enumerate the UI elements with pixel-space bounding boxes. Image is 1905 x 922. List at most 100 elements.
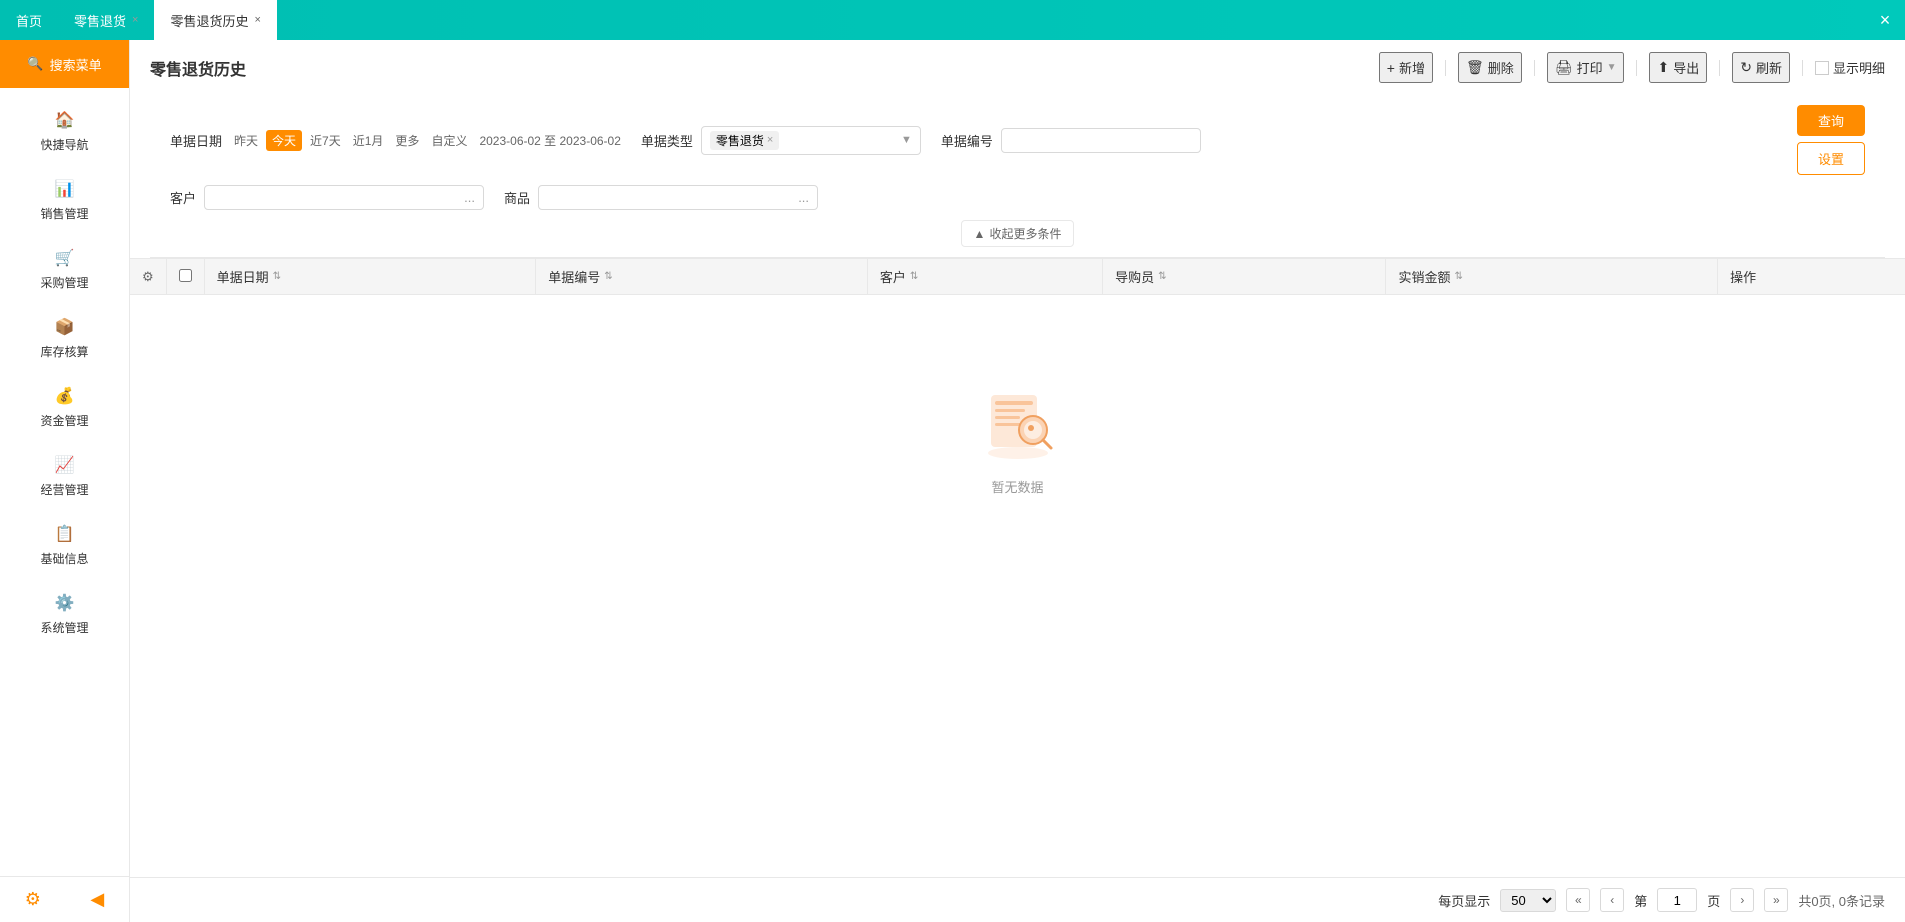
refresh-button[interactable]: ↻ 刷新 — [1732, 52, 1790, 83]
sales-icon: 📊 — [53, 177, 77, 201]
table-container: ⚙ 单据日期 ⇅ 单据编号 — [130, 259, 1905, 877]
goods-dots-icon[interactable]: ... — [798, 190, 809, 205]
customer-filter-input[interactable] — [213, 190, 460, 205]
th-gear[interactable]: ⚙ — [130, 259, 166, 295]
search-icon: 🔍 — [27, 56, 43, 72]
type-filter-select[interactable]: 零售退货 × ▼ — [701, 126, 921, 155]
sidebar-item-operations[interactable]: 📈 经营管理 — [0, 441, 129, 510]
tab-home[interactable]: 首页 — [0, 0, 58, 40]
th-amount: 实销金额 ⇅ — [1386, 259, 1718, 295]
total-records-text: 共0页, 0条记录 — [1798, 891, 1885, 910]
sidebar-search[interactable]: 🔍 搜索菜单 — [0, 40, 129, 88]
select-all-checkbox[interactable] — [179, 269, 192, 282]
empty-row: 暂无数据 — [130, 295, 1905, 577]
print-button[interactable]: 🖨 打印 ▼ — [1547, 52, 1625, 83]
tab-retail-return-history[interactable]: 零售退货历史 × — [154, 0, 276, 40]
sidebar-item-home[interactable]: 🏠 快捷导航 — [0, 96, 129, 165]
page-input[interactable] — [1657, 888, 1697, 912]
sidebar-item-finance[interactable]: 💰 资金管理 — [0, 372, 129, 441]
filter-row-2: 客户 ... 商品 ... — [170, 185, 1865, 210]
add-icon: + — [1387, 60, 1395, 76]
next-page-button[interactable]: › — [1730, 888, 1754, 912]
sidebar-item-sales[interactable]: 📊 销售管理 — [0, 165, 129, 234]
type-tag-close[interactable]: × — [767, 134, 773, 146]
first-page-button[interactable]: « — [1566, 888, 1590, 912]
number-filter-input[interactable] — [1001, 128, 1201, 153]
delete-icon: 🗑 — [1466, 59, 1484, 76]
operations-icon: 📈 — [53, 453, 77, 477]
sidebar-item-purchase[interactable]: 🛒 采购管理 — [0, 234, 129, 303]
home-icon: 🏠 — [53, 108, 77, 132]
goods-filter-input-wrap[interactable]: ... — [538, 185, 818, 210]
page-title-row: 零售退货历史 + 新增 🗑 删除 🖨 打印 ▼ — [150, 52, 1885, 83]
prev-page-button[interactable]: ‹ — [1600, 888, 1624, 912]
set-button[interactable]: 设置 — [1797, 142, 1865, 175]
goods-filter-input[interactable] — [547, 190, 794, 205]
th-number: 单据编号 ⇅ — [536, 259, 868, 295]
gear-icon[interactable]: ⚙ — [142, 269, 154, 284]
data-table: ⚙ 单据日期 ⇅ 单据编号 — [130, 259, 1905, 576]
query-button[interactable]: 查询 — [1797, 105, 1865, 136]
tab-retail-return-history-close[interactable]: × — [254, 14, 260, 26]
date-btn-1month[interactable]: 近1月 — [349, 130, 388, 151]
table-header: ⚙ 单据日期 ⇅ 单据编号 — [130, 259, 1905, 295]
sidebar-item-inventory[interactable]: 📦 库存核算 — [0, 303, 129, 372]
divider-1 — [1445, 60, 1446, 76]
sidebar-item-system[interactable]: ⚙️ 系统管理 — [0, 579, 129, 648]
date-btn-today[interactable]: 今天 — [266, 130, 302, 151]
th-guide-sort[interactable]: 导购员 ⇅ — [1115, 267, 1373, 286]
sidebar-item-inventory-label: 库存核算 — [40, 343, 88, 360]
refresh-icon: ↻ — [1740, 59, 1752, 76]
th-number-sort[interactable]: 单据编号 ⇅ — [548, 267, 855, 286]
main-layout: 🔍 搜索菜单 🏠 快捷导航 📊 销售管理 🛒 采购管理 📦 库存核算 💰 — [0, 40, 1905, 922]
sidebar-item-purchase-label: 采购管理 — [40, 274, 88, 291]
th-customer: 客户 ⇅ — [867, 259, 1102, 295]
empty-state-cell: 暂无数据 — [130, 295, 1905, 577]
tab-retail-return-label: 零售退货 — [74, 11, 126, 30]
date-btn-custom[interactable]: 自定义 — [427, 130, 471, 151]
sidebar-item-home-label: 快捷导航 — [40, 136, 88, 153]
show-detail-label: 显示明细 — [1833, 58, 1885, 77]
guide-sort-icon: ⇅ — [1158, 271, 1166, 282]
export-button[interactable]: ⬆ 导出 — [1649, 52, 1707, 83]
table-footer: 每页显示 20 50 100 « ‹ 第 页 › » 共0页, 0条记录 — [130, 877, 1905, 922]
settings-bottom-icon[interactable]: ⚙ — [25, 889, 41, 910]
print-dropdown-icon: ▼ — [1607, 62, 1617, 73]
table-header-row: ⚙ 单据日期 ⇅ 单据编号 — [130, 259, 1905, 295]
divider-3 — [1636, 60, 1637, 76]
customer-filter-input-wrap[interactable]: ... — [204, 185, 484, 210]
type-tag: 零售退货 × — [710, 131, 779, 150]
per-page-select[interactable]: 20 50 100 — [1500, 889, 1556, 912]
customer-sort-icon: ⇅ — [910, 271, 918, 282]
delete-button[interactable]: 🗑 删除 — [1458, 52, 1522, 83]
collapse-sidebar-icon[interactable]: ◀ — [90, 889, 104, 910]
tab-retail-return[interactable]: 零售退货 × — [58, 0, 154, 40]
collapse-button[interactable]: ▲ 收起更多条件 — [961, 220, 1075, 247]
type-tag-value: 零售退货 — [716, 132, 764, 149]
th-customer-sort[interactable]: 客户 ⇅ — [880, 267, 1090, 286]
date-btn-yesterday[interactable]: 昨天 — [230, 130, 262, 151]
filter-area: 单据日期 昨天 今天 近7天 近1月 更多 自定义 2023-06-02 至 2… — [150, 95, 1885, 258]
th-checkbox[interactable] — [166, 259, 204, 295]
divider-2 — [1534, 60, 1535, 76]
date-btn-7days[interactable]: 近7天 — [306, 130, 345, 151]
window-close-button[interactable]: × — [1865, 0, 1905, 40]
sidebar-item-basic[interactable]: 📋 基础信息 — [0, 510, 129, 579]
tab-retail-return-close[interactable]: × — [132, 14, 138, 26]
tab-list: 首页 零售退货 × 零售退货历史 × — [0, 0, 1865, 40]
content-area: 零售退货历史 + 新增 🗑 删除 🖨 打印 ▼ — [130, 40, 1905, 922]
number-filter-label: 单据编号 — [941, 131, 993, 150]
inventory-icon: 📦 — [53, 315, 77, 339]
date-btn-more[interactable]: 更多 — [391, 130, 423, 151]
th-date-sort[interactable]: 单据日期 ⇅ — [217, 267, 524, 286]
add-button[interactable]: + 新增 — [1379, 52, 1433, 83]
toolbar: + 新增 🗑 删除 🖨 打印 ▼ — [1379, 52, 1885, 83]
customer-dots-icon[interactable]: ... — [464, 190, 475, 205]
th-amount-sort[interactable]: 实销金额 ⇅ — [1398, 267, 1705, 286]
sidebar-item-system-label: 系统管理 — [40, 619, 88, 636]
show-detail-checkbox[interactable] — [1815, 61, 1829, 75]
last-page-button[interactable]: » — [1764, 888, 1788, 912]
th-date: 单据日期 ⇅ — [204, 259, 536, 295]
customer-filter-label: 客户 — [170, 188, 196, 207]
date-sort-icon: ⇅ — [273, 271, 281, 282]
